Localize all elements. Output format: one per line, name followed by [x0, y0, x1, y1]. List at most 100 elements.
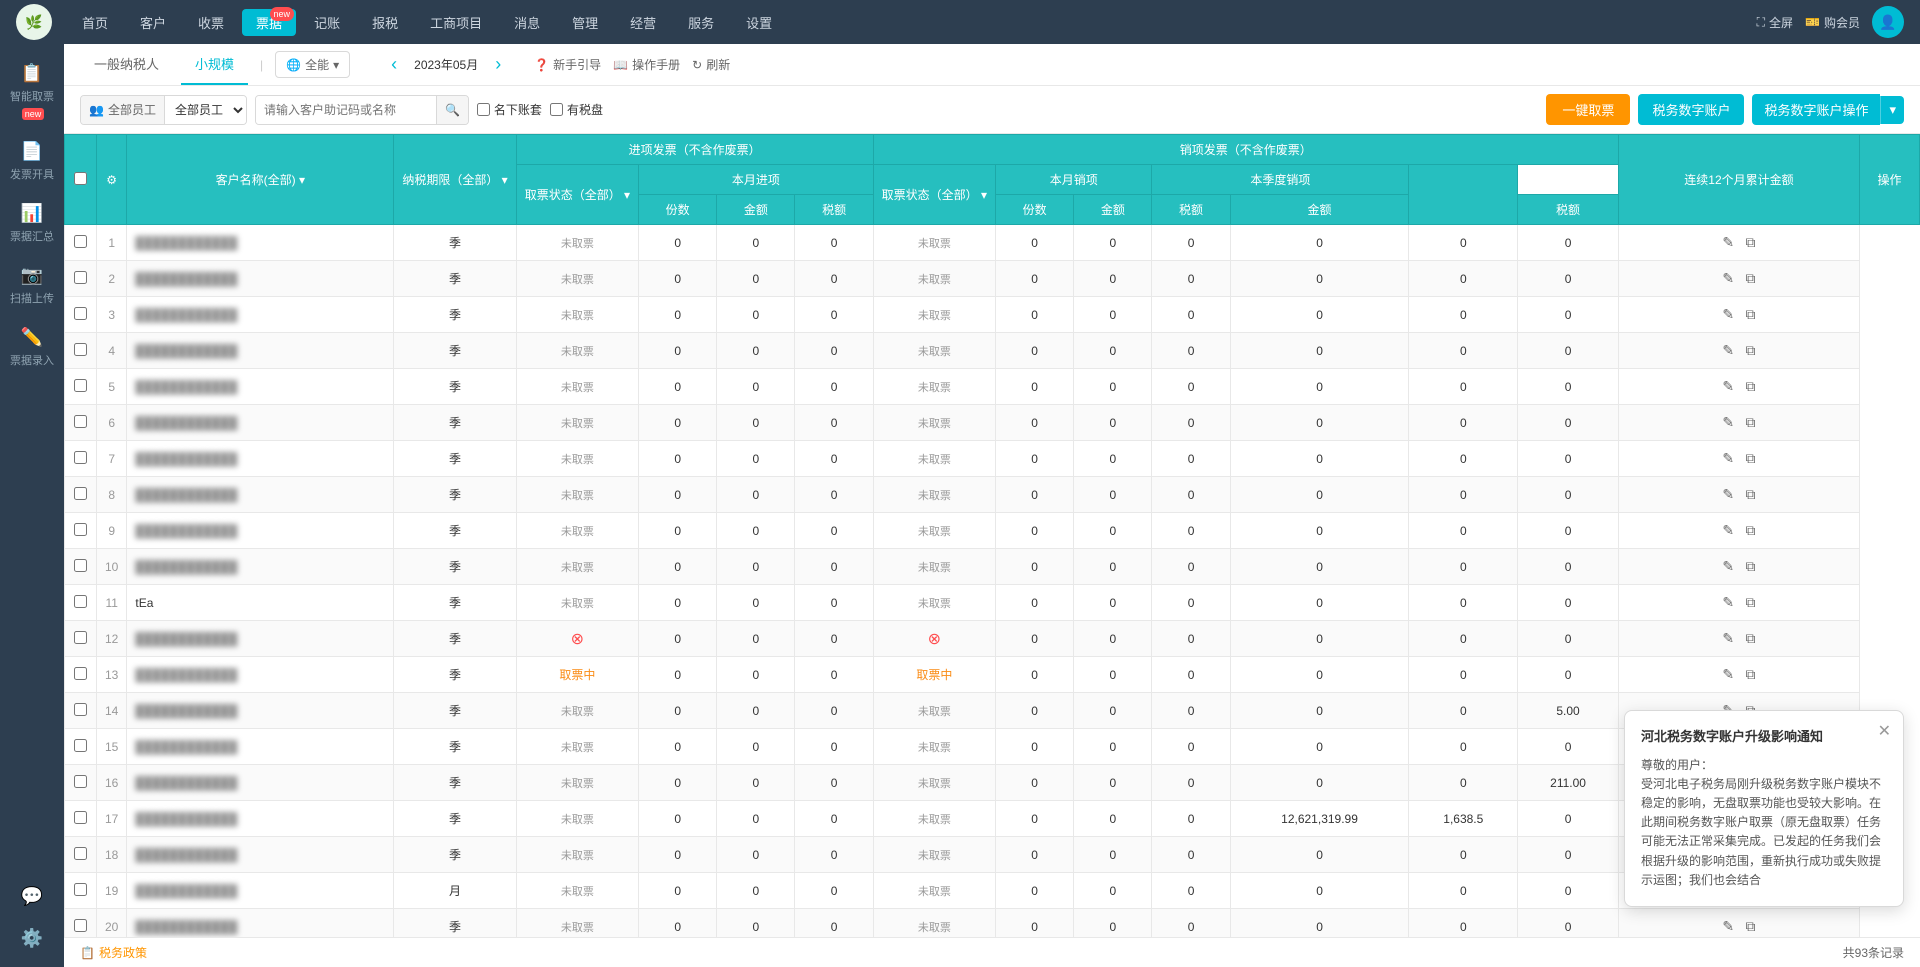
edit-button[interactable]: ✎ [1718, 304, 1738, 325]
row-checkbox[interactable] [74, 271, 87, 284]
sidebar-item-smart-invoice[interactable]: 📋 智能取票 new [0, 52, 64, 130]
copy-button[interactable]: ⧉ [1741, 628, 1759, 649]
sidebar-item-entry[interactable]: ✏️ 票据录入 [0, 316, 64, 378]
nav-tax[interactable]: 报税 [358, 9, 412, 36]
nav-bookkeeping[interactable]: 记账 [300, 9, 354, 36]
search-box[interactable]: 🔍 [255, 95, 469, 125]
row-checkbox-cell[interactable] [65, 765, 97, 801]
digital-account-op-button[interactable]: 税务数字账户操作 [1752, 94, 1880, 125]
digital-account-op-arrow[interactable]: ▾ [1880, 96, 1904, 124]
copy-button[interactable]: ⧉ [1741, 268, 1759, 289]
row-checkbox[interactable] [74, 847, 87, 860]
sidebar-item-settings[interactable]: ⚙️ [13, 917, 51, 959]
copy-button[interactable]: ⧉ [1741, 520, 1759, 541]
row-checkbox-cell[interactable] [65, 225, 97, 261]
edit-button[interactable]: ✎ [1718, 448, 1738, 469]
fullscreen-button[interactable]: ⛶ 全屏 [1757, 14, 1793, 31]
row-checkbox-cell[interactable] [65, 405, 97, 441]
edit-button[interactable]: ✎ [1718, 916, 1738, 937]
edit-button[interactable]: ✎ [1718, 520, 1738, 541]
copy-button[interactable]: ⧉ [1741, 340, 1759, 361]
row-checkbox[interactable] [74, 523, 87, 536]
row-checkbox[interactable] [74, 235, 87, 248]
nav-settings[interactable]: 设置 [732, 9, 786, 36]
copy-button[interactable]: ⧉ [1741, 448, 1759, 469]
period-prev-button[interactable]: ‹ [382, 53, 406, 77]
row-checkbox-cell[interactable] [65, 369, 97, 405]
row-checkbox[interactable] [74, 451, 87, 464]
scope-selector[interactable]: 🌐 全能 ▾ [275, 51, 350, 78]
row-checkbox[interactable] [74, 703, 87, 716]
row-checkbox[interactable] [74, 379, 87, 392]
digital-account-button[interactable]: 税务数字账户 [1638, 94, 1744, 125]
tax-policy-link[interactable]: 📋 税务政策 [80, 944, 147, 961]
notification-close-button[interactable]: ✕ [1878, 719, 1891, 745]
row-checkbox[interactable] [74, 631, 87, 644]
edit-button[interactable]: ✎ [1718, 376, 1738, 397]
period-next-button[interactable]: › [486, 53, 510, 77]
copy-button[interactable]: ⧉ [1741, 484, 1759, 505]
nav-message[interactable]: 消息 [500, 9, 554, 36]
user-avatar[interactable]: 👤 [1872, 6, 1904, 38]
edit-button[interactable]: ✎ [1718, 664, 1738, 685]
row-checkbox-cell[interactable] [65, 909, 97, 938]
nav-operation[interactable]: 经营 [616, 9, 670, 36]
employee-selector[interactable]: 👥 全部员工 全部员工 [80, 95, 247, 125]
row-checkbox-cell[interactable] [65, 837, 97, 873]
select-all-checkbox[interactable] [74, 172, 87, 185]
row-checkbox[interactable] [74, 739, 87, 752]
edit-button[interactable]: ✎ [1718, 592, 1738, 613]
search-input[interactable] [256, 96, 436, 124]
edit-button[interactable]: ✎ [1718, 340, 1738, 361]
row-checkbox[interactable] [74, 559, 87, 572]
app-logo[interactable]: 🌿 [16, 4, 52, 40]
row-checkbox-cell[interactable] [65, 297, 97, 333]
nav-invoice[interactable]: 票据 new [242, 9, 296, 36]
copy-button[interactable]: ⧉ [1741, 412, 1759, 433]
row-checkbox-cell[interactable] [65, 549, 97, 585]
copy-button[interactable]: ⧉ [1741, 592, 1759, 613]
member-button[interactable]: 🎫 购会员 [1805, 14, 1860, 31]
nav-receive[interactable]: 收票 [184, 9, 238, 36]
copy-button[interactable]: ⧉ [1741, 664, 1759, 685]
tab-general-taxpayer[interactable]: 一般纳税人 [80, 44, 173, 85]
row-checkbox[interactable] [74, 343, 87, 356]
nav-commerce[interactable]: 工商项目 [416, 9, 496, 36]
copy-button[interactable]: ⧉ [1741, 916, 1759, 937]
row-checkbox[interactable] [74, 415, 87, 428]
edit-button[interactable]: ✎ [1718, 268, 1738, 289]
one-click-import-button[interactable]: 一键取票 [1546, 94, 1630, 125]
edit-button[interactable]: ✎ [1718, 628, 1738, 649]
row-checkbox-cell[interactable] [65, 621, 97, 657]
row-checkbox-cell[interactable] [65, 729, 97, 765]
row-checkbox[interactable] [74, 595, 87, 608]
nav-service[interactable]: 服务 [674, 9, 728, 36]
nav-admin[interactable]: 管理 [558, 9, 612, 36]
edit-button[interactable]: ✎ [1718, 556, 1738, 577]
row-checkbox[interactable] [74, 775, 87, 788]
row-checkbox-cell[interactable] [65, 801, 97, 837]
my-accounts-checkbox[interactable]: 名下账套 [477, 101, 542, 118]
nav-customer[interactable]: 客户 [126, 9, 180, 36]
edit-button[interactable]: ✎ [1718, 484, 1738, 505]
row-checkbox-cell[interactable] [65, 693, 97, 729]
row-checkbox-cell[interactable] [65, 477, 97, 513]
row-checkbox[interactable] [74, 487, 87, 500]
search-button[interactable]: 🔍 [436, 96, 468, 124]
nav-home[interactable]: 首页 [68, 9, 122, 36]
row-checkbox-cell[interactable] [65, 657, 97, 693]
sidebar-item-summary[interactable]: 📊 票据汇总 [0, 192, 64, 254]
row-checkbox-cell[interactable] [65, 333, 97, 369]
has-tax-disk-input[interactable] [550, 103, 563, 116]
row-checkbox-cell[interactable] [65, 441, 97, 477]
row-checkbox[interactable] [74, 919, 87, 932]
copy-button[interactable]: ⧉ [1741, 304, 1759, 325]
row-checkbox[interactable] [74, 667, 87, 680]
manual-button[interactable]: 📖 操作手册 [613, 56, 680, 73]
row-checkbox-cell[interactable] [65, 873, 97, 909]
sidebar-item-open-invoice[interactable]: 📄 发票开具 [0, 130, 64, 192]
row-checkbox[interactable] [74, 883, 87, 896]
copy-button[interactable]: ⧉ [1741, 556, 1759, 577]
copy-button[interactable]: ⧉ [1741, 376, 1759, 397]
employee-dropdown[interactable]: 全部员工 [165, 96, 246, 124]
